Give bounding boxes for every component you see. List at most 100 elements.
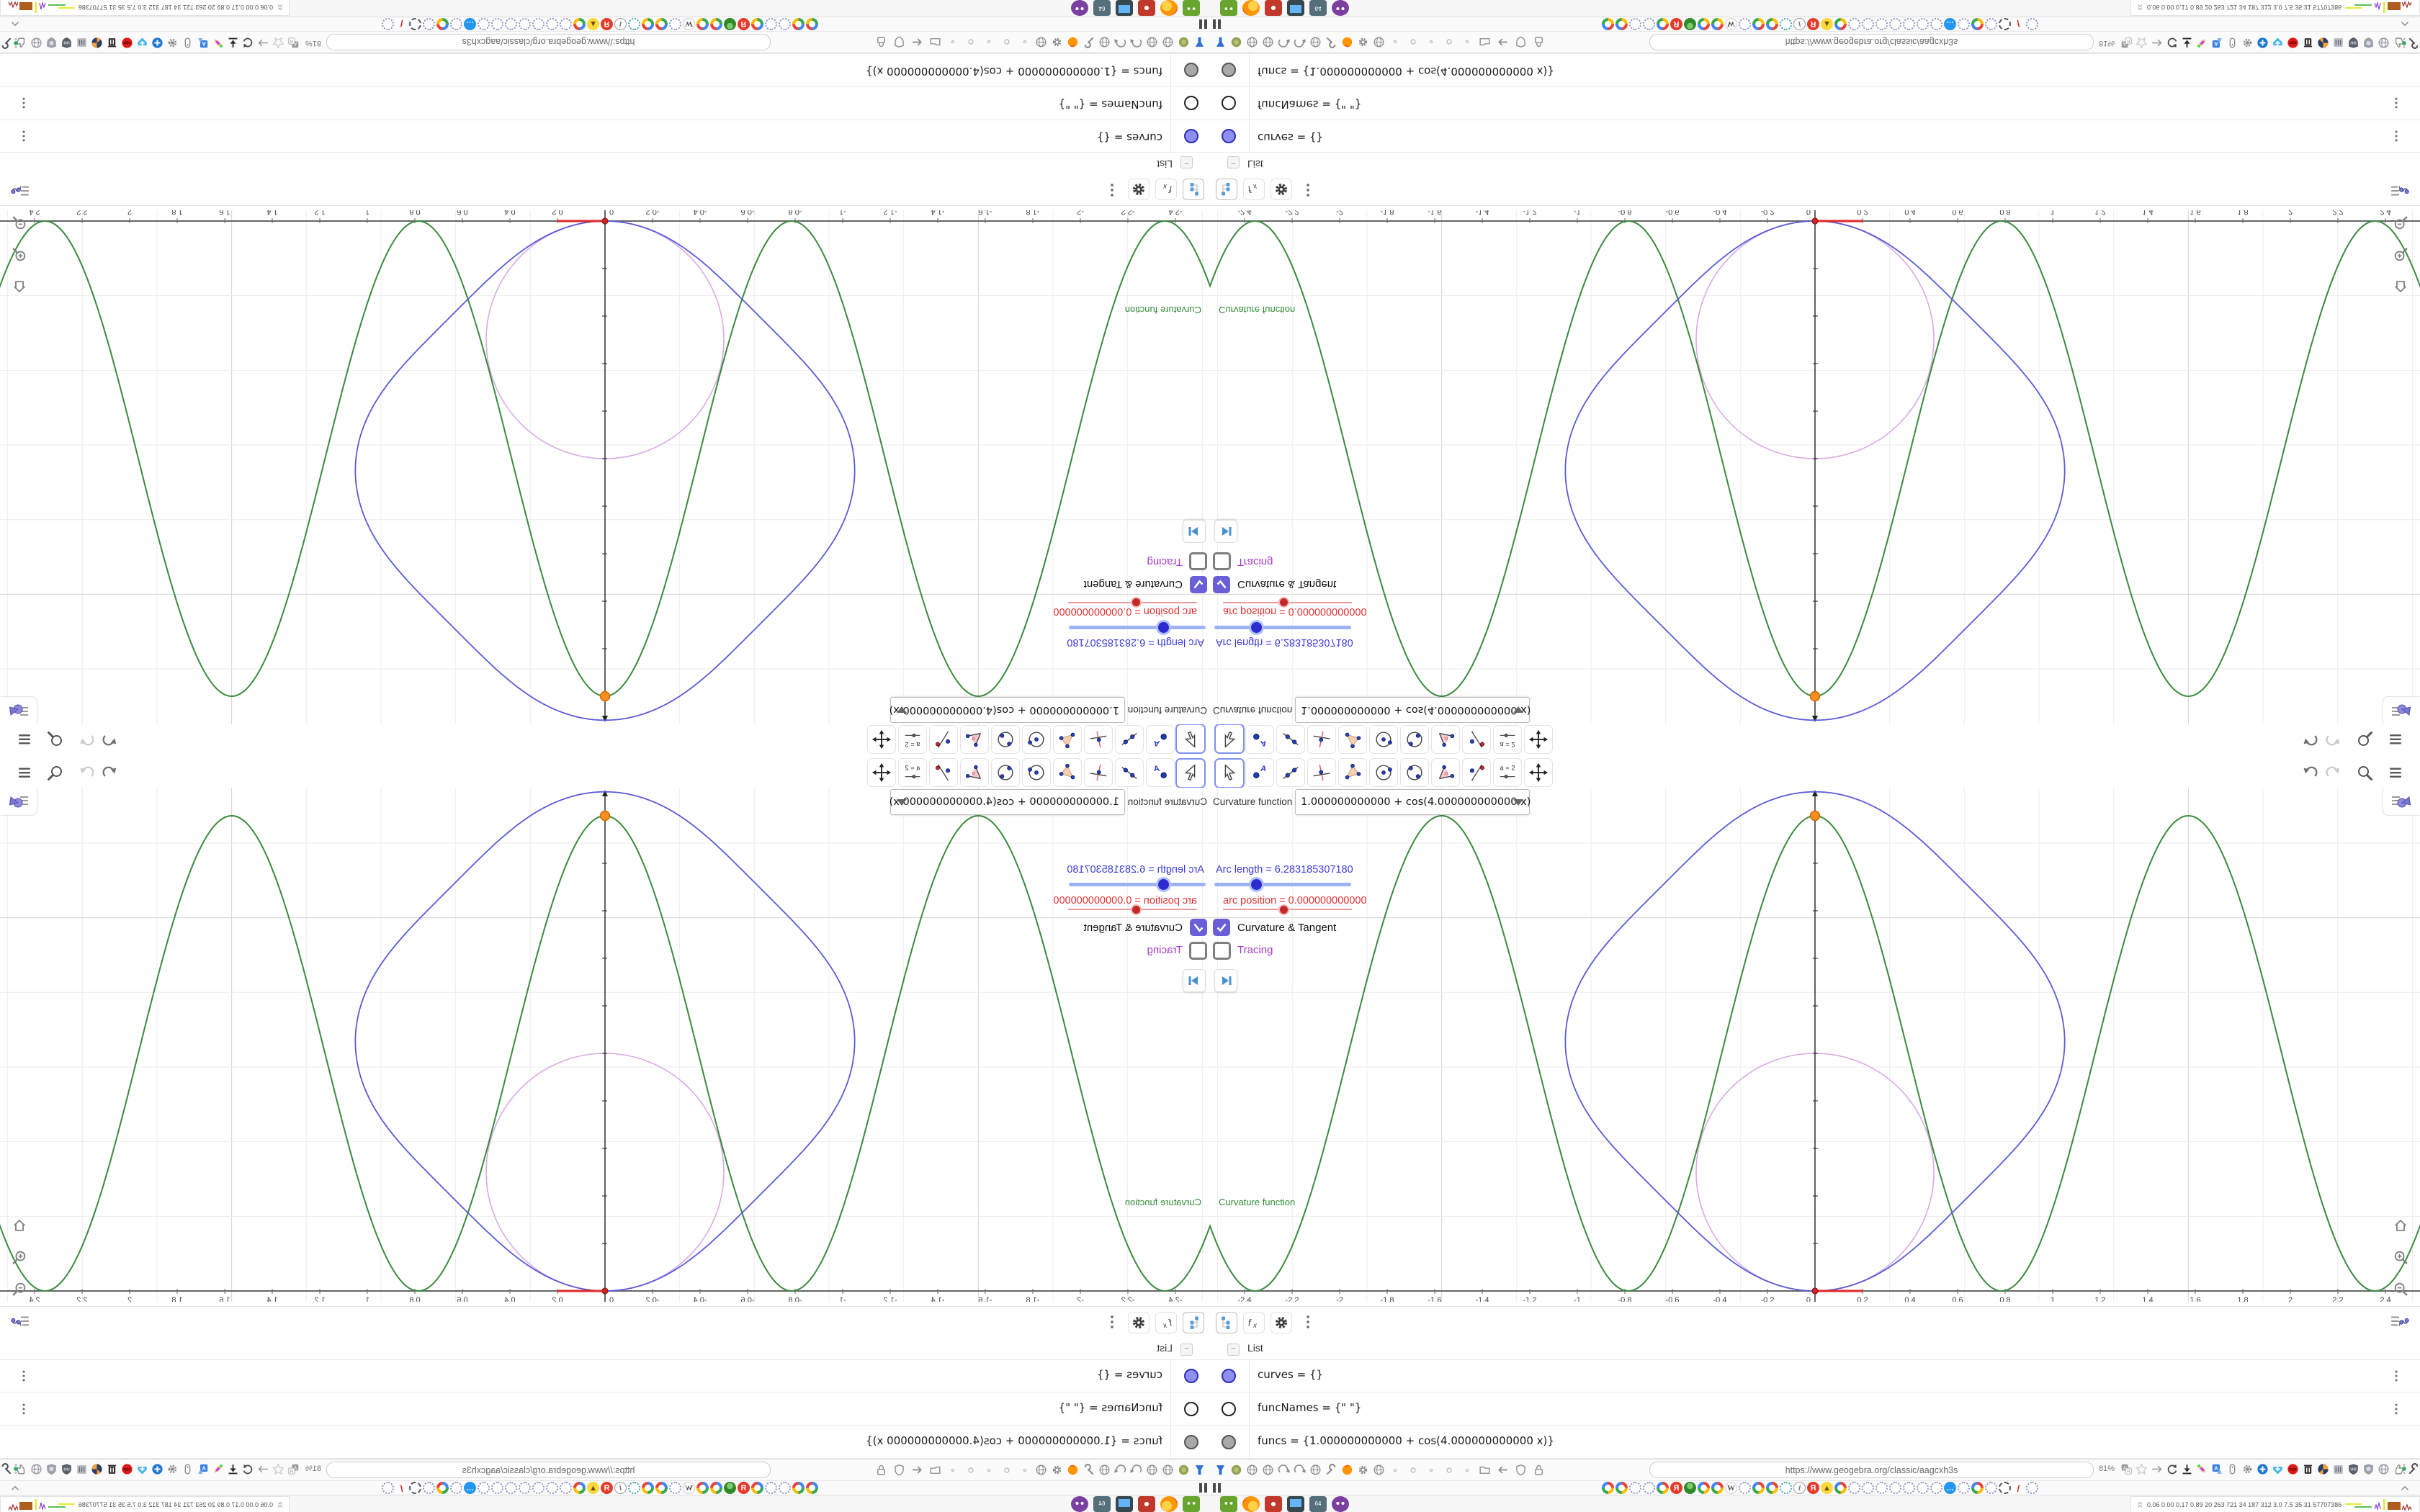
shield-badge-icon[interactable] [44, 1462, 59, 1477]
ublock-origin-icon[interactable]: UO [2346, 1462, 2361, 1477]
tab-favicon-lace[interactable] [423, 18, 435, 30]
tab-favicon-lace[interactable] [546, 1482, 558, 1494]
tab-favicon-lace[interactable] [779, 18, 791, 30]
shield-icon[interactable] [1513, 35, 1528, 50]
dot-large-icon[interactable] [1441, 1462, 1456, 1477]
tab-favicon-f-red[interactable]: f [2012, 18, 2025, 30]
tab-favicon-lace[interactable] [1643, 1482, 1655, 1494]
tab-favicon-google[interactable] [696, 18, 709, 30]
y-logo-icon[interactable] [1192, 35, 1207, 50]
zoom-in-button[interactable] [11, 1248, 28, 1266]
lock-icon[interactable] [874, 35, 889, 50]
gear-icon[interactable] [1355, 35, 1371, 50]
play-pause-button[interactable] [1183, 969, 1206, 992]
trash-icon[interactable] [104, 35, 120, 50]
gear-outline-icon[interactable] [165, 35, 180, 50]
play-pause-button[interactable] [1183, 520, 1206, 543]
tcp-red-icon[interactable]: TCP [120, 35, 135, 50]
tab-favicon-google[interactable] [1657, 18, 1669, 30]
download-icon[interactable] [2179, 1462, 2195, 1477]
tab-favicon-lace-teal[interactable] [628, 1482, 640, 1494]
tab-favicon-lace[interactable] [382, 1482, 394, 1494]
algebra-row[interactable]: funcs = {1.000000000000 + cos(4.00000000… [0, 1426, 1210, 1459]
collapse-list-button[interactable]: − [1180, 156, 1193, 168]
tab-favicon-google[interactable] [655, 18, 668, 30]
tab-favicon-lace[interactable] [2026, 18, 2038, 30]
lock-icon[interactable] [874, 1462, 889, 1477]
tool-point[interactable]: A [1146, 758, 1175, 787]
tab-favicon-lace[interactable] [669, 1482, 681, 1494]
tab-favicon-yandex[interactable]: Я [601, 1482, 613, 1494]
row-menu-icon[interactable] [2389, 1363, 2403, 1389]
globe-icon[interactable] [1245, 1462, 1260, 1477]
taskbar-app-android-green[interactable] [1183, 1496, 1200, 1512]
arc-position-slider-knob[interactable] [1278, 904, 1289, 915]
dots-badge-icon[interactable] [9, 1462, 23, 1480]
taskbar-app-purple-robot[interactable] [1071, 1496, 1088, 1512]
taskbar-app-firefox[interactable] [1160, 1496, 1178, 1512]
shield-icon[interactable] [892, 35, 907, 50]
curvature-tangent-checkbox[interactable] [1190, 919, 1207, 936]
dot-small-icon[interactable] [1423, 1462, 1438, 1477]
y-logo-icon[interactable] [1213, 35, 1228, 50]
gear-outline-icon[interactable] [165, 1462, 180, 1477]
tab-favicon-google[interactable] [1766, 18, 1778, 30]
tool-reflect[interactable] [1462, 758, 1491, 787]
tab-favicon-lace[interactable] [1889, 18, 1901, 30]
dot-small-icon[interactable] [946, 1462, 961, 1477]
folder-icon[interactable] [928, 1462, 943, 1477]
tab-favicon-google[interactable] [436, 1482, 449, 1494]
tracing-checkbox[interactable] [1213, 552, 1231, 570]
pause-bars-icon[interactable] [1199, 1483, 1207, 1493]
tab-favicon-yandex[interactable]: Я [1807, 18, 1819, 30]
tab-favicon-lace[interactable] [491, 18, 503, 30]
tab-favicon-lace[interactable] [546, 18, 558, 30]
collapse-list-button[interactable]: − [1180, 1344, 1193, 1356]
undo-button[interactable] [102, 763, 120, 782]
page-zoom-badge[interactable]: 81% [2099, 1464, 2115, 1473]
curvature-tangent-checkbox[interactable] [1190, 576, 1207, 593]
system-monitor[interactable]: 0.06 0.00 0.17 0.89 20 263 721 34 187 31… [2130, 0, 2420, 16]
globe-icon[interactable] [1160, 35, 1175, 50]
tab-favicon-lace[interactable] [450, 1482, 462, 1494]
tool-move[interactable] [1175, 724, 1206, 754]
tool-move[interactable] [1214, 724, 1245, 754]
mouse-icon[interactable] [2225, 35, 2240, 50]
tab-favicon-google[interactable] [655, 1482, 668, 1494]
arc-length-slider-knob[interactable] [1156, 620, 1171, 635]
translate-blue-icon[interactable]: A [2210, 1462, 2225, 1477]
tool-polygon[interactable] [1338, 758, 1367, 787]
arc-length-slider-knob[interactable] [1249, 620, 1264, 635]
dot-small-icon[interactable] [1018, 1462, 1033, 1477]
reload-icon[interactable] [2164, 35, 2179, 50]
tab-favicon-google[interactable] [751, 1482, 763, 1494]
plus-blue-icon[interactable] [150, 1462, 165, 1477]
input-fx-button[interactable]: fx [1155, 179, 1177, 200]
translate-icon[interactable]: AЯ [2119, 1462, 2134, 1477]
tool-perpendicular[interactable] [1084, 758, 1113, 787]
globe-gray-icon[interactable] [29, 35, 44, 50]
crayon-icon[interactable] [210, 35, 225, 50]
menu-button[interactable] [2386, 763, 2405, 782]
tab-favicon-lace[interactable] [560, 1482, 572, 1494]
tab-favicon-info[interactable]: i [1793, 1482, 1806, 1494]
tab-favicon-google[interactable] [1615, 1482, 1628, 1494]
plus-blue-icon[interactable] [2255, 1462, 2270, 1477]
tab-favicon-google[interactable] [806, 18, 818, 30]
gear-icon[interactable] [1355, 1462, 1371, 1477]
algebra-row[interactable]: curves = {} [1210, 120, 2420, 153]
graphics-view[interactable]: -2.4 -2.2 -2 -1.8 -1.6 -1.4 -1.2 -1 -0.8 -0.6 -0.4… [1210, 210, 2420, 724]
row-menu-icon[interactable] [2389, 1396, 2403, 1422]
dot-large-icon[interactable] [1405, 1462, 1420, 1477]
y-logo-icon[interactable] [1213, 1462, 1228, 1477]
translate-blue-icon[interactable]: A [2210, 35, 2225, 50]
plus-blue-icon[interactable] [150, 35, 165, 50]
bank-icon[interactable] [2331, 35, 2346, 50]
arc-length-slider-knob[interactable] [1156, 877, 1171, 892]
bank-icon[interactable] [74, 35, 89, 50]
history-arrow-icon[interactable] [1292, 1462, 1307, 1477]
algebra-row[interactable]: funcs = {1.000000000000 + cos(4.00000000… [0, 53, 1210, 86]
taskbar-app-firefox[interactable] [1242, 0, 1260, 16]
pause-bars-icon[interactable] [1199, 19, 1207, 29]
wrench-icon[interactable] [1081, 35, 1096, 50]
